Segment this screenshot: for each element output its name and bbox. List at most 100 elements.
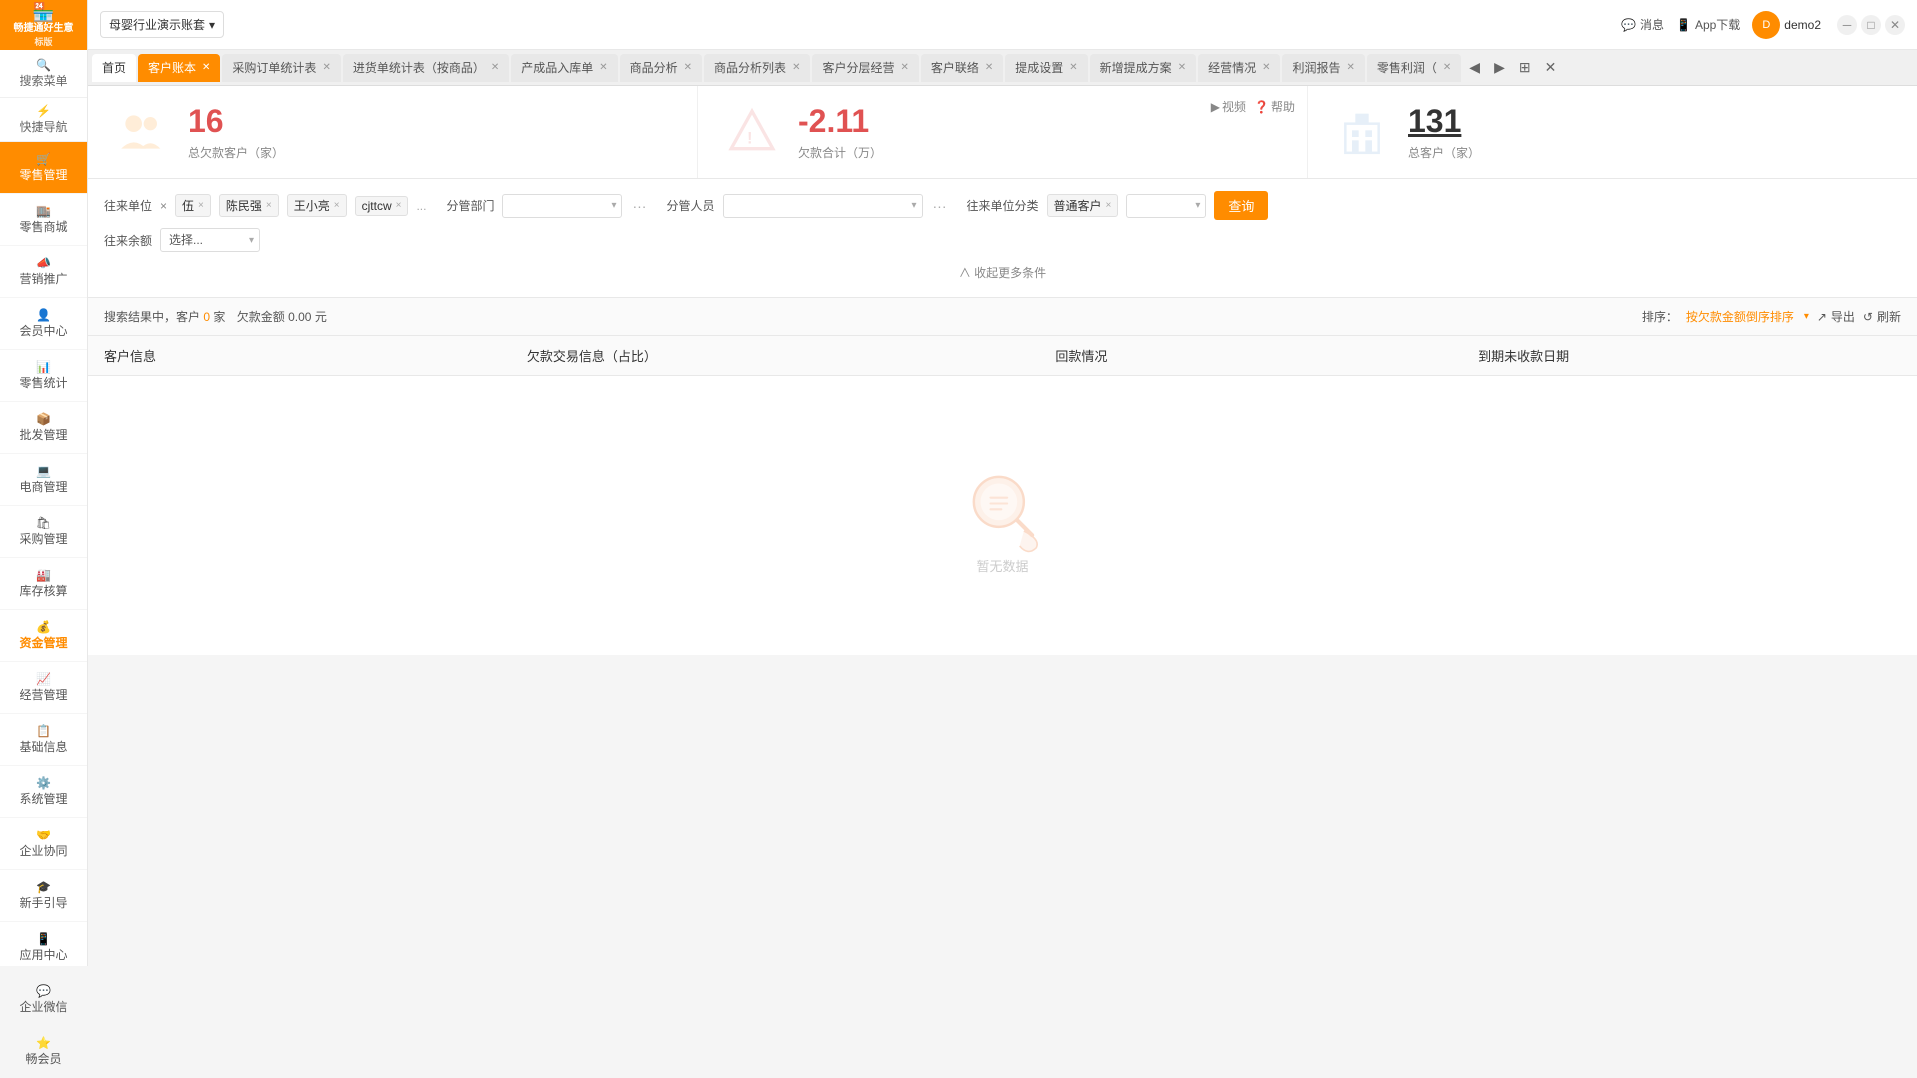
unit-label: 往来单位 <box>104 197 152 214</box>
tab-retail-profit[interactable]: 零售利润（ ✕ <box>1367 54 1461 82</box>
filter-tag-normal-customer[interactable]: 普通客户 × <box>1047 194 1119 217</box>
sidebar-item-quick-nav[interactable]: ⚡ 快捷导航 <box>0 98 87 142</box>
balance-select[interactable]: 选择... <box>160 228 260 252</box>
tab-close-contact[interactable]: ✕ <box>985 62 993 73</box>
tab-home[interactable]: 首页 <box>92 54 136 82</box>
tab-goods-analysis-list[interactable]: 商品分析列表 ✕ <box>704 54 810 82</box>
unit-class-select[interactable] <box>1126 194 1206 218</box>
tab-purchase-order[interactable]: 采购订单统计表 ✕ <box>222 54 340 82</box>
dept-label: 分管部门 <box>446 197 494 214</box>
tab-customer-tier[interactable]: 客户分层经营 ✕ <box>812 54 918 82</box>
tab-close-goods-list[interactable]: ✕ <box>792 62 800 73</box>
tab-stock-stats[interactable]: 进货单统计表（按商品） ✕ <box>343 54 509 82</box>
empty-icon <box>953 456 1053 556</box>
help-action[interactable]: ❓ 帮助 <box>1254 98 1295 115</box>
sidebar-item-basic-info[interactable]: 📋 基础信息 <box>0 714 87 766</box>
tag-close-wu[interactable]: × <box>198 200 204 211</box>
unit-class-label: 往来单位分类 <box>967 197 1039 214</box>
messages-btn[interactable]: 💬 消息 <box>1621 16 1664 33</box>
tab-new-promotion[interactable]: 新增提成方案 ✕ <box>1090 54 1196 82</box>
sidebar-item-member-center[interactable]: 👤 会员中心 <box>0 298 87 350</box>
tab-close-all[interactable]: ✕ <box>1539 59 1563 76</box>
manager-select[interactable] <box>723 194 923 218</box>
sidebar-item-marketing[interactable]: 📣 营销推广 <box>0 246 87 298</box>
sidebar-item-finance[interactable]: 💰 资金管理 <box>0 610 87 662</box>
video-action[interactable]: ▶ 视频 <box>1211 98 1246 115</box>
col-due-date: 到期未收款日期 <box>1478 346 1901 365</box>
table-area: 搜索结果中，客户 0 家 欠款金额 0.00 元 排序： 按欠款金额倒序排序 ↗ <box>88 298 1917 655</box>
sidebar-item-retail-stats[interactable]: 📊 零售统计 <box>0 350 87 402</box>
tag-close-chen[interactable]: × <box>266 200 272 211</box>
sidebar-item-vip-member[interactable]: ⭐ 畅会员 <box>0 1026 87 1078</box>
sidebar-item-ecommerce[interactable]: 💻 电商管理 <box>0 454 87 506</box>
table-toolbar: 搜索结果中，客户 0 家 欠款金额 0.00 元 排序： 按欠款金额倒序排序 ↗ <box>88 298 1917 336</box>
sidebar-item-retail-mgmt[interactable]: 🛒 零售管理 <box>0 142 87 194</box>
tab-close-profit[interactable]: ✕ <box>1347 62 1355 73</box>
tag-close-normal[interactable]: × <box>1106 200 1112 211</box>
tab-accounts[interactable]: 客户账本 ✕ <box>138 54 220 82</box>
close-button[interactable]: ✕ <box>1885 15 1905 35</box>
tab-close-tier[interactable]: ✕ <box>900 62 908 73</box>
sidebar-item-purchase-mgmt[interactable]: 🛍 采购管理 <box>0 506 87 558</box>
filter-tag-wu[interactable]: 伍 × <box>175 194 211 217</box>
collapse-btn[interactable]: ∧ 收起更多条件 <box>104 260 1901 285</box>
query-button[interactable]: 查询 <box>1214 191 1268 220</box>
tab-close-promo-settings[interactable]: ✕ <box>1069 62 1077 73</box>
sidebar-item-search[interactable]: 🔍 搜索菜单 <box>0 50 87 98</box>
sidebar-item-wholesale-mgmt[interactable]: 📦 批发管理 <box>0 402 87 454</box>
tab-promotion-settings[interactable]: 提成设置 ✕ <box>1005 54 1087 82</box>
sidebar-item-app-center[interactable]: 📱 应用中心 <box>0 922 87 974</box>
sidebar-item-new-guide[interactable]: 🎓 新手引导 <box>0 870 87 922</box>
tab-close-retail-profit[interactable]: ✕ <box>1443 62 1451 73</box>
dept-select[interactable] <box>502 194 622 218</box>
sidebar-item-system-mgmt[interactable]: ⚙️ 系统管理 <box>0 766 87 818</box>
minimize-button[interactable]: ─ <box>1837 15 1857 35</box>
tab-profit-report[interactable]: 利润报告 ✕ <box>1282 54 1364 82</box>
sidebar-item-operations[interactable]: 📈 经营管理 <box>0 662 87 714</box>
empty-state: 暂无数据 <box>88 376 1917 655</box>
tab-customer-contact[interactable]: 客户联络 ✕ <box>921 54 1003 82</box>
stats-row: 16 总欠款客户（家） ! -2.11 欠款合计（万） <box>88 86 1917 179</box>
refresh-btn[interactable]: ↺ 刷新 <box>1863 308 1901 325</box>
stat-info-total: 131 总客户（家） <box>1408 103 1480 161</box>
sort-select[interactable]: 按欠款金额倒序排序 <box>1686 310 1809 324</box>
sidebar-item-enterprise-wechat[interactable]: 💬 企业微信 <box>0 974 87 1026</box>
stat-value-total: 131 <box>1408 103 1480 140</box>
tab-next-arrow[interactable]: ▶ <box>1488 59 1511 76</box>
dept-dots[interactable]: ··· <box>632 198 646 214</box>
tab-close-stock[interactable]: ✕ <box>491 62 499 73</box>
manager-dots[interactable]: ··· <box>933 198 947 214</box>
export-btn[interactable]: ↗ 导出 <box>1817 308 1855 325</box>
filter-more-tags[interactable]: ... <box>416 199 426 213</box>
tab-close-business[interactable]: ✕ <box>1262 62 1270 73</box>
maximize-button[interactable]: □ <box>1861 15 1881 35</box>
filter-tag-chen[interactable]: 陈民强 × <box>219 194 279 217</box>
tag-close-cjttcw[interactable]: × <box>396 200 402 211</box>
tab-close-accounts[interactable]: ✕ <box>202 62 210 73</box>
sidebar-item-retail-shop[interactable]: 🏬 零售商城 <box>0 194 87 246</box>
tab-close-production[interactable]: ✕ <box>599 62 607 73</box>
user-menu[interactable]: D demo2 <box>1752 11 1821 39</box>
sidebar-item-enterprise[interactable]: 🤝 企业协同 <box>0 818 87 870</box>
filter-tag-wang[interactable]: 王小亮 × <box>287 194 347 217</box>
tab-expand-arrow[interactable]: ⊞ <box>1513 59 1537 76</box>
tab-production[interactable]: 产成品入库单 ✕ <box>511 54 617 82</box>
tag-close-wang[interactable]: × <box>334 200 340 211</box>
video-icon: ▶ <box>1211 100 1220 114</box>
sort-label: 排序： <box>1642 308 1678 325</box>
tab-close-goods[interactable]: ✕ <box>684 62 692 73</box>
store-select[interactable]: 母婴行业演示账套 ▾ <box>100 11 224 38</box>
balance-select-wrapper: 选择... <box>160 228 260 252</box>
stat-actions: ▶ 视频 ❓ 帮助 <box>1211 98 1295 115</box>
filter-tag-cjttcw[interactable]: cjttcw × <box>355 196 409 216</box>
sidebar-item-inventory[interactable]: 🏭 库存核算 <box>0 558 87 610</box>
tab-business-status[interactable]: 经营情况 ✕ <box>1198 54 1280 82</box>
tab-close-new-promo[interactable]: ✕ <box>1178 62 1186 73</box>
window-controls: ─ □ ✕ <box>1837 15 1905 35</box>
tab-prev-arrow[interactable]: ◀ <box>1463 59 1486 76</box>
col-repayment: 回款情况 <box>1055 346 1478 365</box>
tab-close-purchase[interactable]: ✕ <box>322 62 330 73</box>
logo-sub: 标版 <box>34 35 52 48</box>
app-download-btn[interactable]: 📱 App下载 <box>1676 16 1740 33</box>
tab-goods-analysis[interactable]: 商品分析 ✕ <box>620 54 702 82</box>
